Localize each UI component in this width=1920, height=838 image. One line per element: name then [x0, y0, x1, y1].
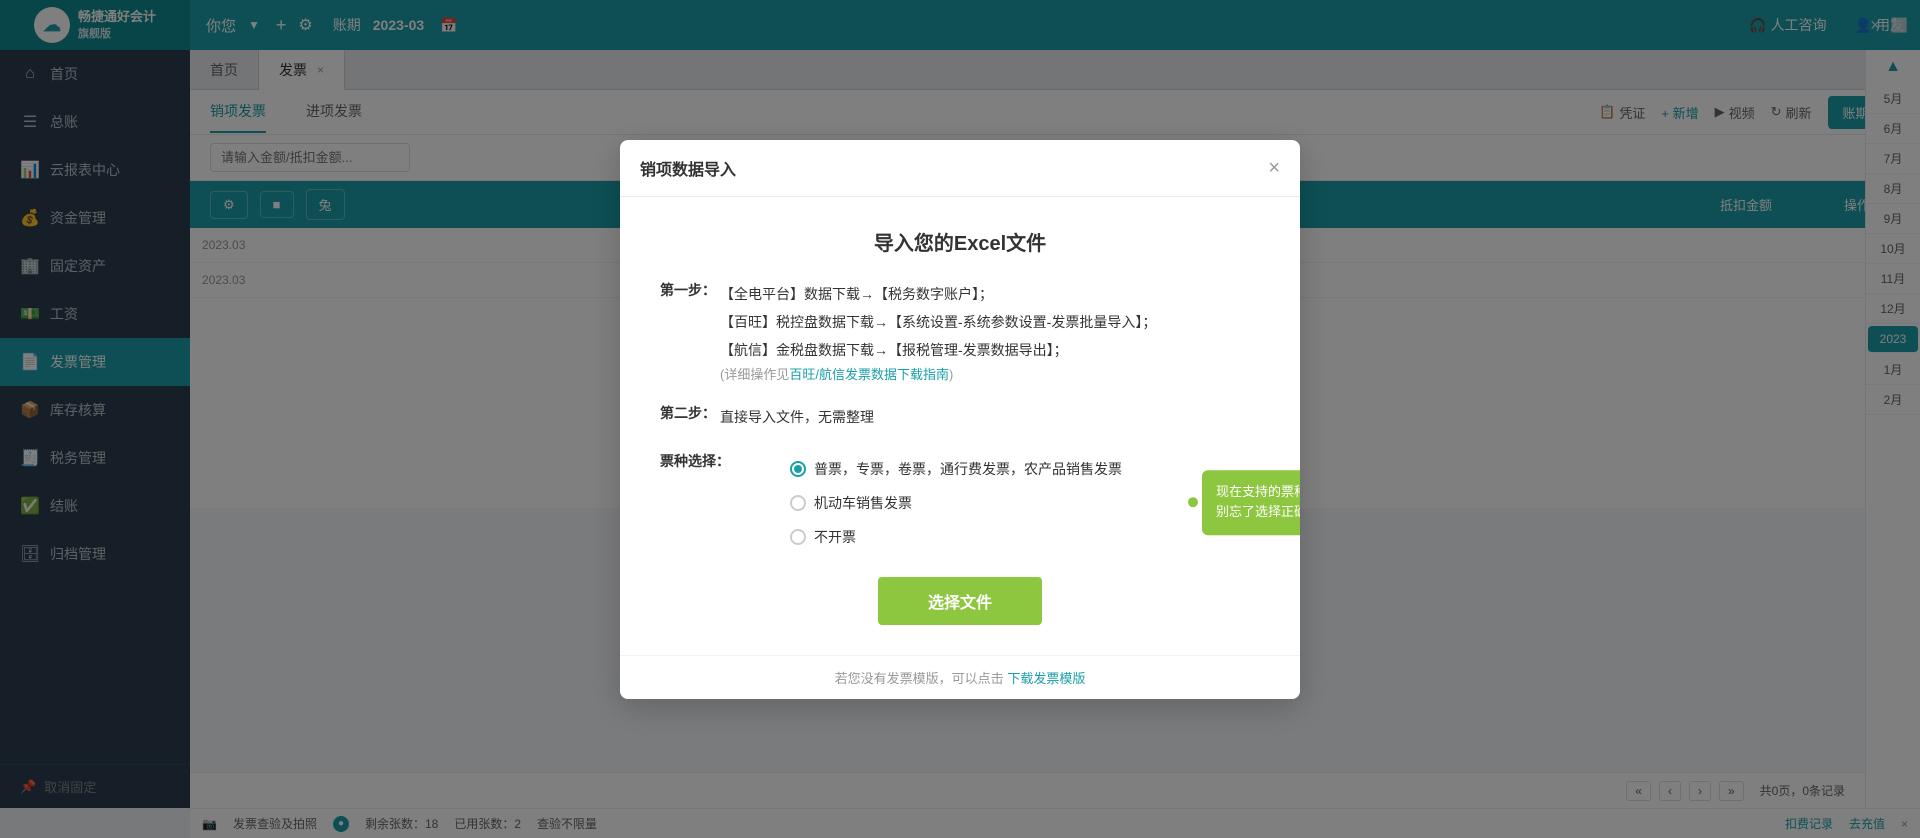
- step1-content: 【全电平台】数据下载→【税务数字账户】； 【百旺】税控盘数据下载→【系统设置-系…: [720, 280, 1156, 383]
- step1-note: (详细操作见百旺/航信发票数据下载指南): [720, 364, 1156, 383]
- modal-close-button[interactable]: ×: [1268, 158, 1280, 178]
- step1-label: 第一步：: [660, 280, 720, 375]
- modal-overlay: 销项数据导入 × 导入您的Excel文件 第一步： 【全电平台】数据下载→【税务…: [0, 0, 1920, 838]
- step2-block: 第二步： 直接导入文件，无需整理: [660, 403, 1260, 431]
- step2-row: 第二步： 直接导入文件，无需整理: [660, 403, 1260, 431]
- step1-row: 第一步： 【全电平台】数据下载→【税务数字账户】； 【百旺】税控盘数据下载→【系…: [660, 280, 1260, 383]
- radio-label-1: 普票，专票，卷票，通行费发票，农产品销售发票: [814, 459, 1122, 479]
- radio-label-3: 不开票: [814, 527, 856, 547]
- guide-link[interactable]: 百旺/航信发票数据下载指南: [789, 367, 949, 382]
- select-file-button[interactable]: 选择文件: [878, 577, 1042, 625]
- radio-label-2: 机动车销售发票: [814, 493, 912, 513]
- step1-line3: 【航信】金税盘数据下载→【报税管理-发票数据导出】；: [720, 336, 1156, 364]
- radio-circle-1: [790, 461, 806, 477]
- step1-line2: 【百旺】税控盘数据下载→【系统设置-系统参数设置-发票批量导入】；: [720, 308, 1156, 336]
- step1-block: 第一步： 【全电平台】数据下载→【税务数字账户】； 【百旺】税控盘数据下载→【系…: [660, 280, 1260, 383]
- radio-circle-3: [790, 529, 806, 545]
- tooltip-box: × 现在支持的票种多了，导入发票时别忘了选择正确的发票类型呀!: [1202, 470, 1300, 536]
- ticket-type-label: 票种选择：: [660, 451, 730, 539]
- modal-footer-text: 若您没有发票模版，可以点击: [835, 671, 1004, 686]
- step2-text: 直接导入文件，无需整理: [720, 407, 874, 427]
- step2-label: 第二步：: [660, 403, 720, 423]
- select-file-row: 选择文件: [660, 577, 1260, 625]
- modal-footer: 若您没有发票模版，可以点击 下载发票模版: [620, 655, 1300, 699]
- tooltip-dot: [1188, 498, 1198, 508]
- modal-body: 导入您的Excel文件 第一步： 【全电平台】数据下载→【税务数字账户】； 【百…: [620, 197, 1300, 655]
- radio-group: 普票，专票，卷票，通行费发票，农产品销售发票 机动车销售发票 ×: [790, 459, 1122, 547]
- ticket-type-row: 票种选择： 普票，专票，卷票，通行费发票，农产品销售发票 机动车销售: [660, 451, 1260, 547]
- radio-dot-1: [794, 465, 802, 473]
- radio-item-1[interactable]: 普票，专票，卷票，通行费发票，农产品销售发票: [790, 459, 1122, 479]
- ticket-type-block: 票种选择： 普票，专票，卷票，通行费发票，农产品销售发票 机动车销售: [660, 451, 1260, 547]
- tooltip-area: × 现在支持的票种多了，导入发票时别忘了选择正确的发票类型呀!: [1188, 470, 1300, 536]
- modal-header: 销项数据导入 ×: [620, 140, 1300, 197]
- import-modal: 销项数据导入 × 导入您的Excel文件 第一步： 【全电平台】数据下载→【税务…: [620, 140, 1300, 699]
- radio-circle-2: [790, 495, 806, 511]
- step1-line1: 【全电平台】数据下载→【税务数字账户】；: [720, 280, 1156, 308]
- tooltip-text: 现在支持的票种多了，导入发票时别忘了选择正确的发票类型呀!: [1216, 484, 1300, 520]
- modal-main-title: 导入您的Excel文件: [660, 227, 1260, 256]
- download-template-link[interactable]: 下载发票模版: [1007, 671, 1085, 686]
- radio-item-3[interactable]: 不开票: [790, 527, 1122, 547]
- radio-item-2[interactable]: 机动车销售发票 × 现在支持的票种多了，导入发票时别忘了选择正确的发票类型呀!: [790, 493, 1122, 513]
- modal-title: 销项数据导入: [640, 156, 736, 180]
